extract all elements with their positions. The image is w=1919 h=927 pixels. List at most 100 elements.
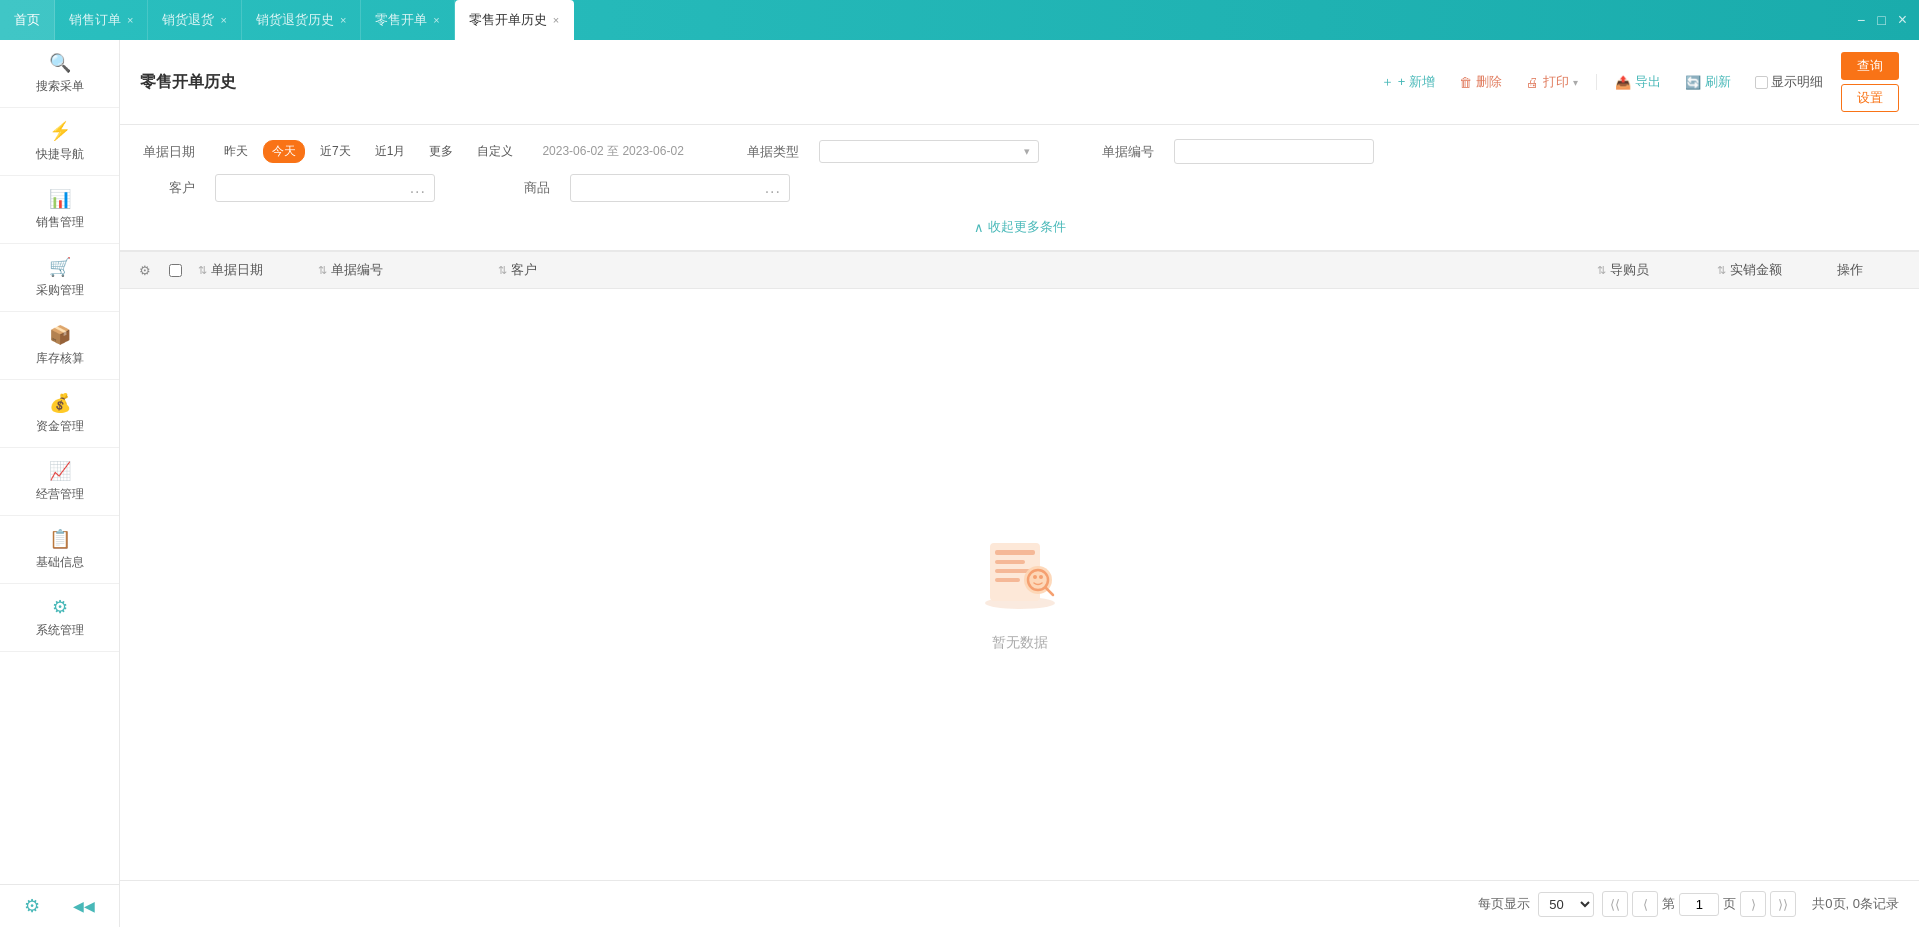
tab-retail-open-close[interactable]: × [433,15,439,26]
tab-home[interactable]: 首页 [0,0,55,40]
svg-line-8 [1046,588,1053,595]
sidebar-item-operation[interactable]: 📈 经营管理 [0,448,119,516]
sidebar-item-purchase-label: 采购管理 [36,282,84,299]
last-page-btn[interactable]: ⟩⟩ [1770,891,1796,917]
sidebar-item-purchase[interactable]: 🛒 采购管理 [0,244,119,312]
page-nav: ⟨⟨ ⟨ 第 页 ⟩ ⟩⟩ [1602,891,1796,917]
finance-icon: 💰 [49,392,71,414]
date-btn-yesterday[interactable]: 昨天 [215,140,257,163]
sales-icon: 📊 [49,188,71,210]
print-label: 打印 [1543,73,1569,91]
col-guide[interactable]: ⇅ 导购员 [1589,261,1709,279]
basic-icon: 📋 [49,528,71,550]
toolbar-divider [1596,74,1597,90]
svg-rect-4 [995,569,1030,573]
customer-input[interactable] [224,181,406,196]
goods-dots-icon[interactable]: ... [765,179,781,197]
tab-sales-return-history-close[interactable]: × [340,15,346,26]
sidebar-item-basic[interactable]: 📋 基础信息 [0,516,119,584]
page-input[interactable] [1679,893,1719,916]
collapse-btn[interactable]: ∧ 收起更多条件 [974,218,1066,236]
operation-icon: 📈 [49,460,71,482]
col-customer[interactable]: ⇅ 客户 [490,261,1589,279]
display-checkbox[interactable] [1755,76,1768,89]
date-range: 2023-06-02 至 2023-06-02 [542,143,683,160]
quick-nav-icon: ⚡ [49,120,71,142]
sidebar: 🔍 搜索采单 ⚡ 快捷导航 📊 销售管理 🛒 采购管理 📦 库存核算 💰 资金管… [0,40,120,927]
query-button[interactable]: 查询 [1841,52,1899,80]
table-settings-icon[interactable]: ⚙ [130,263,160,278]
sidebar-item-finance[interactable]: 💰 资金管理 [0,380,119,448]
tab-sales-order[interactable]: 销售订单 × [55,0,148,40]
sidebar-item-inventory-label: 库存核算 [36,350,84,367]
next-page-btn[interactable]: ⟩ [1740,891,1766,917]
sidebar-item-search[interactable]: 🔍 搜索采单 [0,40,119,108]
sidebar-collapse-icon[interactable]: ◀◀ [73,898,95,914]
date-btn-7days[interactable]: 近7天 [311,140,360,163]
tab-sales-return[interactable]: 销货退货 × [148,0,241,40]
window-controls: − □ × [1845,11,1919,29]
goods-input[interactable] [579,181,761,196]
table-select-all[interactable] [160,264,190,277]
delete-button[interactable]: 🗑 删除 [1453,69,1508,95]
sidebar-item-sales[interactable]: 📊 销售管理 [0,176,119,244]
export-button[interactable]: 📤 导出 [1609,69,1667,95]
refresh-label: 刷新 [1705,73,1731,91]
tab-retail-open[interactable]: 零售开单 × [361,0,454,40]
print-button[interactable]: 🖨 打印 ▾ [1520,69,1584,95]
delete-label: 删除 [1476,73,1502,91]
inventory-icon: 📦 [49,324,71,346]
number-input[interactable] [1183,144,1365,159]
print-arrow-icon: ▾ [1573,77,1578,88]
setting-button[interactable]: 设置 [1841,84,1899,112]
tab-sales-order-close[interactable]: × [127,15,133,26]
window-max-btn[interactable]: □ [1877,12,1885,28]
col-customer-label: 客户 [511,261,537,279]
customer-input-wrap: ... [215,174,435,202]
per-page-select[interactable]: 50 10 20 100 [1538,892,1594,917]
col-amount[interactable]: ⇅ 实销金额 [1709,261,1829,279]
first-page-btn[interactable]: ⟨⟨ [1602,891,1628,917]
col-number[interactable]: ⇅ 单据编号 [310,261,490,279]
sidebar-item-inventory[interactable]: 📦 库存核算 [0,312,119,380]
date-btn-more[interactable]: 更多 [420,140,462,163]
date-btn-custom[interactable]: 自定义 [468,140,522,163]
select-all-checkbox[interactable] [169,264,182,277]
customer-dots-icon[interactable]: ... [410,179,426,197]
window-min-btn[interactable]: − [1857,12,1865,28]
goods-label: 商品 [495,179,550,197]
col-action: 操作 [1829,261,1909,279]
top-bar: 首页 销售订单 × 销货退货 × 销货退货历史 × 零售开单 × 零售开单历史 … [0,0,1919,40]
sidebar-item-system[interactable]: ⚙ 系统管理 [0,584,119,652]
type-select[interactable]: ▾ [819,140,1039,163]
col-date[interactable]: ⇅ 单据日期 [190,261,310,279]
refresh-icon: 🔄 [1685,75,1701,90]
refresh-button[interactable]: 🔄 刷新 [1679,69,1737,95]
tab-retail-history[interactable]: 零售开单历史 × [455,0,574,40]
query-setting-group: 查询 设置 [1841,52,1899,112]
sidebar-item-quick-nav[interactable]: ⚡ 快捷导航 [0,108,119,176]
empty-icon [970,518,1070,618]
customer-label: 客户 [140,179,195,197]
content-area: 零售开单历史 ＋ + 新增 🗑 删除 🖨 打印 ▾ 📤 [120,40,1919,927]
sidebar-item-finance-label: 资金管理 [36,418,84,435]
prev-page-btn[interactable]: ⟨ [1632,891,1658,917]
sidebar-item-search-label: 搜索采单 [36,78,84,95]
tab-sales-return-close[interactable]: × [220,15,226,26]
tab-retail-open-label: 零售开单 [375,11,427,29]
add-icon: ＋ [1381,73,1394,91]
sidebar-settings-icon[interactable]: ⚙ [24,895,40,917]
tab-sales-return-history[interactable]: 销货退货历史 × [242,0,361,40]
total-label: 共0页, 0条记录 [1812,895,1899,913]
display-detail-button[interactable]: 显示明细 [1749,69,1829,95]
date-btn-1month[interactable]: 近1月 [366,140,415,163]
tab-retail-history-close[interactable]: × [553,15,559,26]
window-close-btn[interactable]: × [1898,11,1907,29]
date-btn-today[interactable]: 今天 [263,140,305,163]
sidebar-item-basic-label: 基础信息 [36,554,84,571]
empty-state: 暂无数据 [120,289,1919,880]
svg-rect-5 [995,578,1020,582]
number-input-wrap [1174,139,1374,164]
export-label: 导出 [1635,73,1661,91]
add-button[interactable]: ＋ + 新增 [1375,69,1441,95]
